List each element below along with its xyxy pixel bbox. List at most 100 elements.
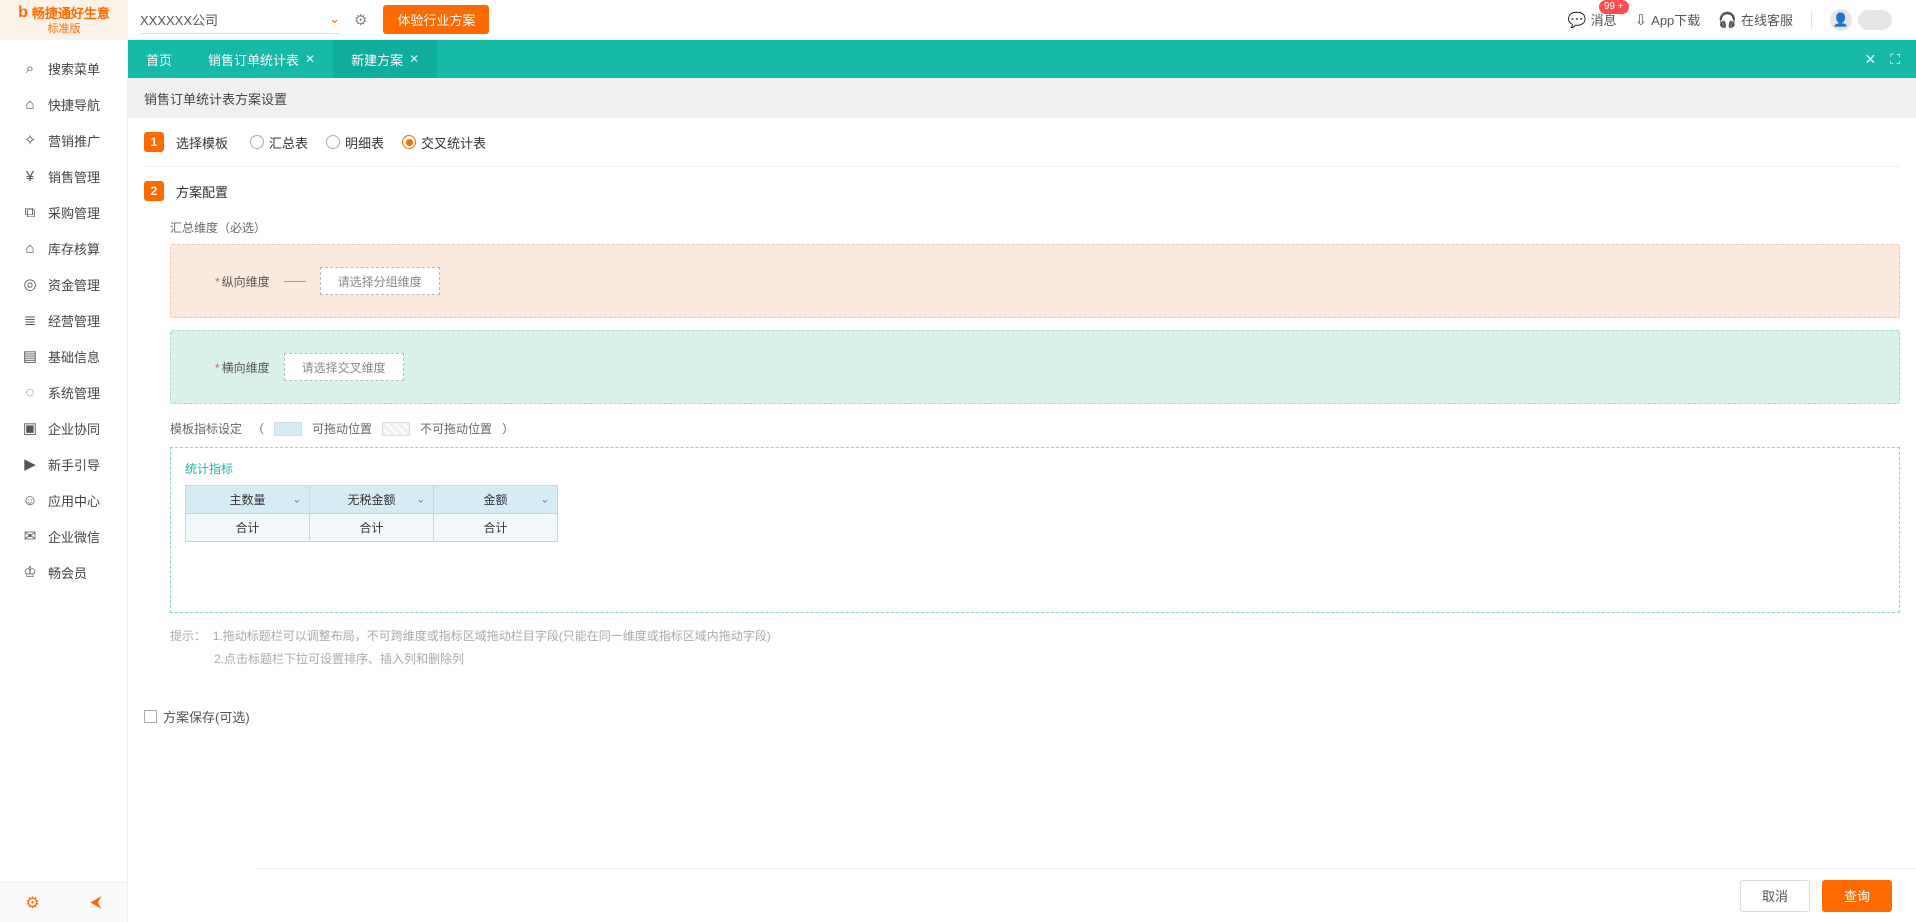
sidebar-item-icon: ☺ (22, 492, 38, 509)
gear-icon[interactable]: ⚙ (354, 11, 367, 29)
legend-locked-text: 不可拖动位置 (420, 420, 492, 437)
online-service-button[interactable]: 🎧 在线客服 (1718, 10, 1793, 29)
step1-label: 选择模板 (176, 133, 228, 152)
sidebar-item-label: 新手引导 (48, 455, 100, 474)
metric-col-1[interactable]: 无税金额⌄ (310, 486, 434, 514)
sidebar-item-icon: ▣ (22, 419, 38, 437)
step1-row: 1 选择模板 汇总表 明细表 交叉统计表 (144, 118, 1900, 166)
cancel-button[interactable]: 取消 (1740, 880, 1810, 912)
headset-icon: 🎧 (1718, 11, 1737, 29)
template-option-2[interactable]: 交叉统计表 (402, 133, 486, 152)
sidebar-item-apps[interactable]: ☺ 应用中心 (0, 482, 127, 518)
tips-line-1: 1.拖动标题栏可以调整布局，不可跨维度或指标区域拖动栏目字段(只能在同一维度或指… (213, 629, 771, 643)
save-scheme-label: 方案保存(可选) (163, 707, 250, 726)
settings-gear-icon[interactable]: ⚙ (25, 893, 39, 913)
vertical-dim-input[interactable]: 请选择分组维度 (320, 267, 440, 295)
sidebar-item-member[interactable]: ♔ 畅会员 (0, 554, 127, 590)
template-radio-group: 汇总表 明细表 交叉统计表 (250, 133, 486, 152)
tab-2[interactable]: 新建方案✕ (333, 40, 437, 78)
sidebar-item-label: 畅会员 (48, 563, 87, 582)
sidebar-item-ops[interactable]: ≣经营管理 (0, 302, 127, 338)
sidebar-item-guide[interactable]: ▶新手引导 (0, 446, 127, 482)
sidebar-item-label: 企业协同 (48, 419, 100, 438)
sidebar-item-basic[interactable]: ▤基础信息 (0, 338, 127, 374)
radio-label: 明细表 (345, 133, 384, 152)
sidebar-item-icon: ▤ (22, 347, 38, 365)
sidebar-item-icon: ⌂ (22, 240, 38, 257)
sidebar-item-wechat[interactable]: ✉企业微信 (0, 518, 127, 554)
legend-label: 模板指标设定 (170, 420, 242, 437)
legend-draggable-text: 可拖动位置 (312, 420, 372, 437)
metric-total-cell-2: 合计 (434, 514, 558, 542)
template-option-0[interactable]: 汇总表 (250, 133, 308, 152)
brand-logo[interactable]: b 畅捷通好生意 标准版 (0, 0, 128, 40)
sidebar-item-label: 应用中心 (48, 491, 100, 510)
tab-1[interactable]: 销售订单统计表✕ (190, 40, 333, 78)
sidebar-item-label: 销售管理 (48, 167, 100, 186)
vertical-dim-box: *纵向维度 请选择分组维度 (170, 244, 1900, 318)
fullscreen-icon[interactable]: ⛶ (1890, 51, 1900, 68)
avatar-icon: 👤 (1830, 9, 1852, 31)
sidebar: ⌕ 搜索菜单 ⌂ 快捷导航 ✧ 营销推广 ¥ 销售管理 ⧉采购管理⌂库存核算◎资金管理≣经营管理… (0, 40, 128, 922)
sidebar-item-inventory[interactable]: ⌂库存核算 (0, 230, 127, 266)
query-button[interactable]: 查询 (1822, 880, 1892, 912)
save-scheme-row: 方案保存(可选) (144, 689, 1900, 726)
horizontal-dim-label: *横向维度 (215, 359, 270, 376)
metric-table: 主数量⌄无税金额⌄金额⌄ 合计合计合计 (185, 485, 558, 542)
chevron-down-icon[interactable]: ⌄ (293, 494, 301, 505)
collapse-sidebar-icon[interactable]: ⮜ (90, 894, 101, 912)
try-industry-plan-button[interactable]: 体验行业方案 (383, 5, 489, 34)
sidebar-item-finance[interactable]: ◎资金管理 (0, 266, 127, 302)
close-all-tabs-icon[interactable]: ✕ (1864, 51, 1876, 68)
company-name: XXXXXX公司 (140, 10, 218, 29)
sidebar-item-marketing[interactable]: ✧ 营销推广 (0, 122, 127, 158)
tab-0[interactable]: 首页 (128, 40, 190, 78)
metric-heading: 统计指标 (185, 460, 1885, 477)
app-download-label: App下载 (1651, 10, 1700, 29)
sidebar-item-collab[interactable]: ▣ 企业协同 (0, 410, 127, 446)
sidebar-item-label: 系统管理 (48, 383, 100, 402)
chevron-down-icon[interactable]: ⌄ (417, 494, 425, 505)
radio-label: 交叉统计表 (421, 133, 486, 152)
radio-icon (250, 135, 264, 149)
legend-row: 模板指标设定 （ 可拖动位置 不可拖动位置 ） (170, 404, 1900, 447)
sidebar-item-icon: ⌂ (22, 96, 38, 113)
sidebar-item-label: 资金管理 (48, 275, 100, 294)
sidebar-item-sales[interactable]: ¥ 销售管理 (0, 158, 127, 194)
app-download-button[interactable]: ⇩ App下载 (1635, 10, 1701, 29)
messages-button[interactable]: 💬 消息 99 + (1568, 10, 1617, 29)
sidebar-item-quicknav[interactable]: ⌂ 快捷导航 (0, 86, 127, 122)
horizontal-dim-input[interactable]: 请选择交叉维度 (284, 353, 404, 381)
sidebar-item-search[interactable]: ⌕ 搜索菜单 (0, 50, 127, 86)
sidebar-item-label: 经营管理 (48, 311, 100, 330)
tab-close-icon[interactable]: ✕ (305, 52, 315, 66)
sidebar-item-label: 搜索菜单 (48, 59, 100, 78)
download-icon: ⇩ (1635, 11, 1648, 29)
metric-col-0[interactable]: 主数量⌄ (186, 486, 310, 514)
sidebar-item-label: 营销推广 (48, 131, 100, 150)
tab-close-icon[interactable]: ✕ (409, 52, 419, 66)
metric-col-2[interactable]: 金额⌄ (434, 486, 558, 514)
sidebar-item-icon: ⧉ (22, 204, 38, 221)
radio-label: 汇总表 (269, 133, 308, 152)
sidebar-item-purchase[interactable]: ⧉采购管理 (0, 194, 127, 230)
sidebar-item-system[interactable]: ◌系统管理 (0, 374, 127, 410)
step1-badge: 1 (144, 132, 164, 152)
vertical-dim-label: *纵向维度 (215, 273, 270, 290)
sidebar-item-icon: ✧ (22, 131, 38, 149)
sidebar-item-icon: ¥ (22, 168, 38, 185)
sidebar-item-icon: ♔ (22, 563, 38, 581)
sidebar-item-icon: ⌕ (22, 60, 38, 77)
messages-badge: 99 + (1599, 0, 1629, 14)
template-option-1[interactable]: 明细表 (326, 133, 384, 152)
company-select[interactable]: XXXXXX公司 ⌄ (140, 6, 340, 34)
user-avatar[interactable]: 👤 (1830, 9, 1892, 31)
tips-label: 提示： (170, 629, 206, 643)
sidebar-bottom: ⚙ ⮜ (0, 882, 127, 922)
brand-edition: 标准版 (48, 20, 81, 36)
sidebar-item-label: 快捷导航 (48, 95, 100, 114)
summary-dim-title: 汇总维度（必选） (144, 207, 1900, 244)
chevron-down-icon[interactable]: ⌄ (541, 494, 549, 505)
save-scheme-checkbox[interactable] (144, 710, 157, 723)
avatar-name-placeholder (1858, 10, 1892, 30)
